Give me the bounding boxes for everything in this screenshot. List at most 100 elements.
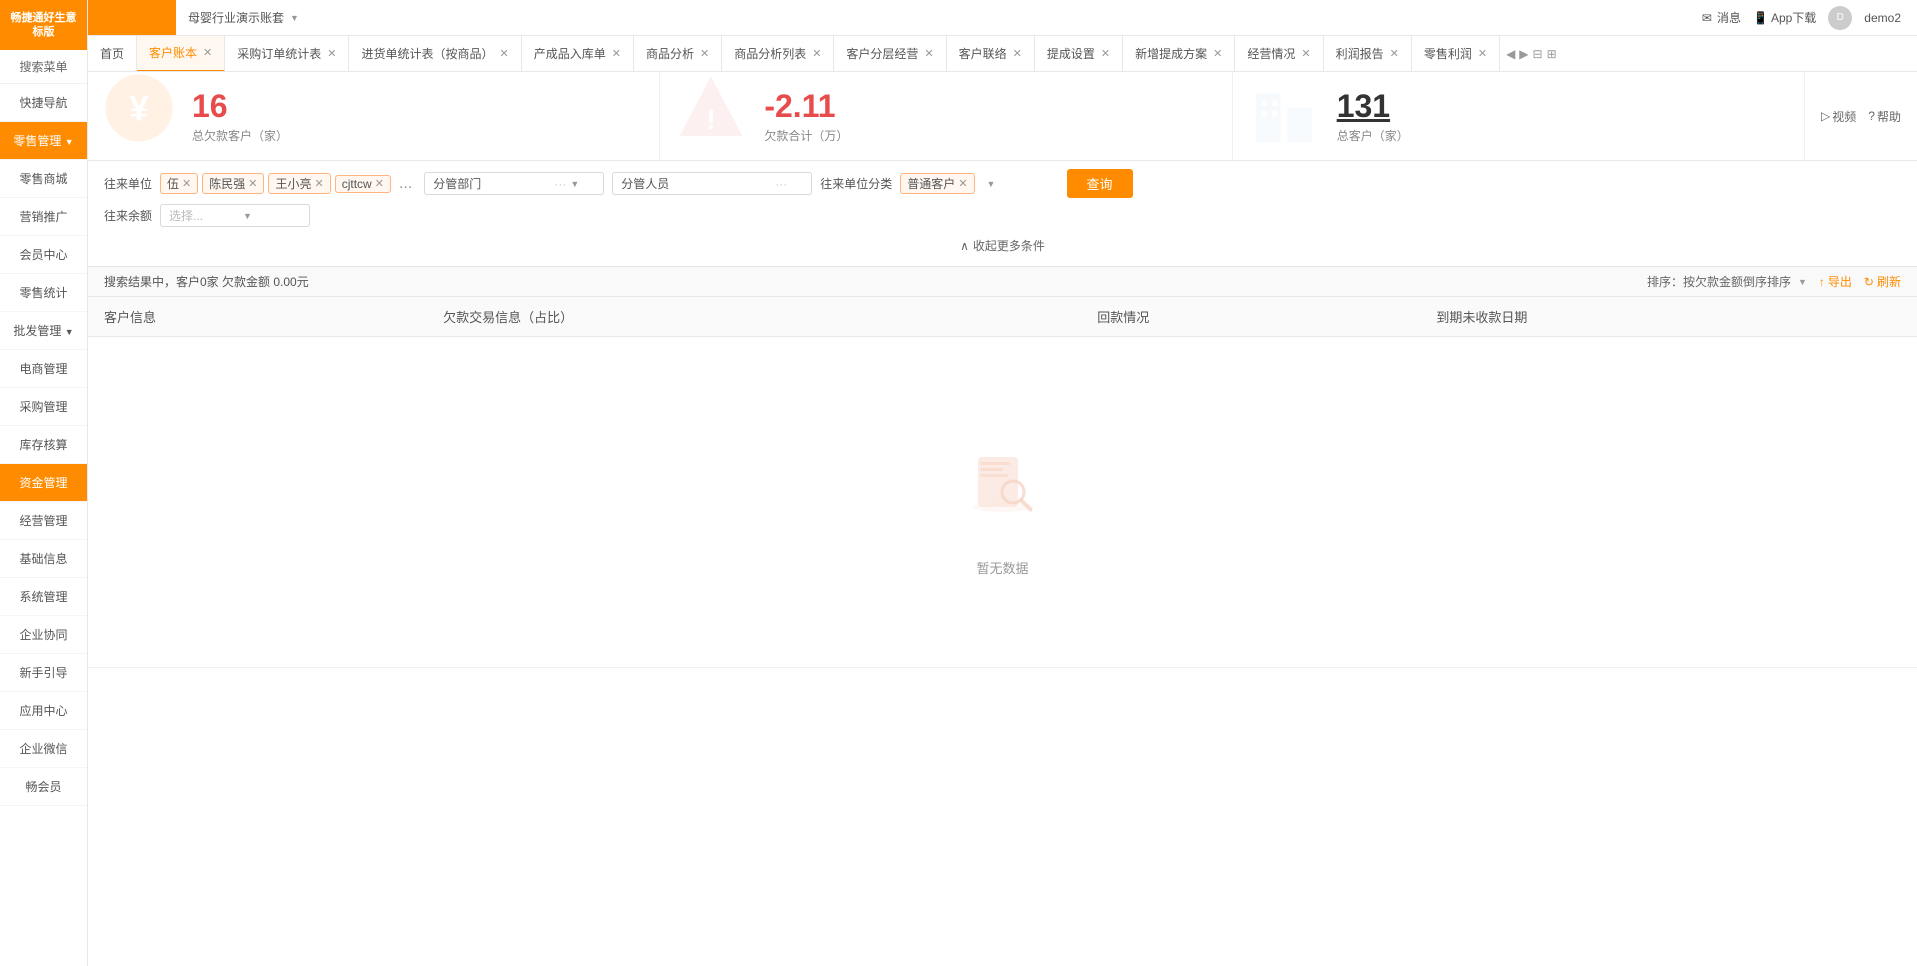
balance-filter-input[interactable]: 选择... ▼ <box>160 204 310 227</box>
sidebar-item-retail[interactable]: 零售管理 ▼ <box>0 122 87 160</box>
chevron-down-icon: ▼ <box>65 137 74 147</box>
stat-total: 131 总客户（家） <box>1233 72 1805 160</box>
sidebar-item-system[interactable]: 系统管理 <box>0 578 87 616</box>
unit-tag-wu-close[interactable]: ✕ <box>182 177 191 190</box>
tab-goods-analysis-close[interactable]: ✕ <box>700 47 709 60</box>
unit-filter-label: 往来单位 <box>104 175 152 192</box>
collapse-btn[interactable]: ∧ 收起更多条件 <box>960 237 1045 254</box>
tab-retail-profit[interactable]: 零售利润 ✕ <box>1412 36 1500 72</box>
tab-goods-analysis-list-close[interactable]: ✕ <box>812 47 821 60</box>
dept-filter-select[interactable]: 分管部门 ··· ▼ <box>424 172 604 195</box>
tab-home-label: 首页 <box>100 45 124 62</box>
search-menu-label: 搜索菜单 <box>19 60 67 74</box>
unit-tag-wu: 伍 ✕ <box>160 173 198 194</box>
tab-purchase-orders[interactable]: 采购订单统计表 ✕ <box>225 36 349 72</box>
sidebar-item-new-user[interactable]: 新手引导 <box>0 654 87 692</box>
user-avatar[interactable]: D <box>1828 6 1852 30</box>
balance-placeholder: 选择... <box>169 207 203 224</box>
dept-chevron-icon: ▼ <box>570 179 579 189</box>
debt-total-label: 欠款合计（万） <box>764 127 848 144</box>
tab-raise-settings-close[interactable]: ✕ <box>1101 47 1110 60</box>
sidebar-item-enterprise-wechat[interactable]: 企业微信 <box>0 730 87 768</box>
stats-bar: ¥ 16 总欠款客户（家） ! -2.11 欠款合计（ <box>88 72 1917 161</box>
export-btn[interactable]: ↑ 导出 <box>1819 273 1852 290</box>
sidebar-item-wholesale[interactable]: 批发管理 ▼ <box>0 312 87 350</box>
total-label: 总客户（家） <box>1337 127 1409 144</box>
user-name[interactable]: demo2 <box>1864 11 1901 25</box>
empty-text: 暂无数据 <box>976 558 1028 577</box>
result-summary: 搜索结果中，客户0家 欠款金额 0.00元 <box>104 273 309 290</box>
person-filter-more: ··· <box>775 177 787 191</box>
tabs-expand[interactable]: ⊞ <box>1547 47 1557 61</box>
sidebar-item-basic-info[interactable]: 基础信息 <box>0 540 87 578</box>
unit-more-btn[interactable]: ... <box>395 175 416 193</box>
balance-chevron-icon: ▼ <box>243 211 252 221</box>
video-btn[interactable]: ▷ 视频 <box>1821 108 1856 125</box>
sidebar-item-vip[interactable]: 畅会员 <box>0 768 87 806</box>
sidebar-item-app-center[interactable]: 应用中心 <box>0 692 87 730</box>
tab-goods-analysis-list[interactable]: 商品分析列表 ✕ <box>722 36 834 72</box>
collapse-area: ∧ 收起更多条件 <box>104 233 1901 258</box>
tabs-scroll-controls: ◀ ▶ ⊟ ⊞ <box>1500 47 1563 61</box>
query-button[interactable]: 查询 <box>1067 169 1133 198</box>
sort-label: 排序：按欠款金额倒序排序 <box>1647 273 1791 290</box>
empty-row: 暂无数据 <box>88 337 1917 668</box>
person-filter-select[interactable]: 分管人员 ··· <box>612 172 812 195</box>
sidebar-item-marketing[interactable]: 营销推广 <box>0 198 87 236</box>
tabs-scroll-left[interactable]: ◀ <box>1506 47 1515 61</box>
tab-customer-contact[interactable]: 客户联络 ✕ <box>947 36 1035 72</box>
tab-accounts[interactable]: 客户账本 ✕ <box>137 36 225 72</box>
tabs-scroll-right[interactable]: ▶ <box>1519 47 1528 61</box>
demo-selector-area[interactable]: 母婴行业演示账套 ▼ <box>176 9 311 26</box>
tab-raise-settings[interactable]: 提成设置 ✕ <box>1035 36 1123 72</box>
tab-profit-report-close[interactable]: ✕ <box>1390 47 1399 60</box>
tab-accounts-close[interactable]: ✕ <box>203 46 212 59</box>
tab-inbound-stats[interactable]: 进货单统计表（按商品） ✕ <box>349 36 521 72</box>
tab-home[interactable]: 首页 <box>88 36 137 72</box>
tab-inbound-stats-close[interactable]: ✕ <box>500 47 509 60</box>
table-container: 客户信息 欠款交易信息（占比） 回款情况 到期未收款日期 <box>88 297 1917 966</box>
sidebar-item-ecommerce[interactable]: 电商管理 <box>0 350 87 388</box>
tab-production-inbound-close[interactable]: ✕ <box>612 47 621 60</box>
tab-operations[interactable]: 经营情况 ✕ <box>1235 36 1323 72</box>
tab-purchase-orders-close[interactable]: ✕ <box>327 47 336 60</box>
sidebar-item-enterprise[interactable]: 企业协同 <box>0 616 87 654</box>
app-download-btn[interactable]: 📱 App下载 <box>1753 9 1816 26</box>
tab-new-raise-plan-close[interactable]: ✕ <box>1213 47 1222 60</box>
data-table: 客户信息 欠款交易信息（占比） 回款情况 到期未收款日期 <box>88 297 1917 668</box>
sidebar-item-quick-nav[interactable]: 快捷导航 <box>0 84 87 122</box>
message-btn[interactable]: ✉ 消息 <box>1702 9 1741 26</box>
unit-tag-chen-close[interactable]: ✕ <box>248 177 257 190</box>
sidebar-item-retail-stats[interactable]: 零售统计 <box>0 274 87 312</box>
unit-class-filter-tags: 普通客户 ✕ ▼ <box>900 173 1058 194</box>
tab-customer-segment-close[interactable]: ✕ <box>924 47 933 60</box>
tab-customer-contact-close[interactable]: ✕ <box>1013 47 1022 60</box>
tab-operations-close[interactable]: ✕ <box>1301 47 1310 60</box>
refresh-btn[interactable]: ↻ 刷新 <box>1864 273 1901 290</box>
col-repayment: 回款情况 <box>1081 297 1420 337</box>
chevron-down-icon: ▼ <box>65 327 74 337</box>
tab-customer-segment[interactable]: 客户分层经营 ✕ <box>834 36 946 72</box>
unit-class-tag-close[interactable]: ✕ <box>958 177 967 190</box>
sidebar-item-retail-mall[interactable]: 零售商城 <box>0 160 87 198</box>
sidebar-item-inventory[interactable]: 库存核算 <box>0 426 87 464</box>
tab-new-raise-plan[interactable]: 新增提成方案 ✕ <box>1123 36 1235 72</box>
sort-select[interactable]: 排序：按欠款金额倒序排序 ▼ <box>1647 273 1807 290</box>
tabs-collapse[interactable]: ⊟ <box>1533 47 1543 61</box>
tab-operations-label: 经营情况 <box>1247 45 1295 62</box>
sidebar-item-purchase[interactable]: 采购管理 <box>0 388 87 426</box>
stat-debt-total: ! -2.11 欠款合计（万） <box>660 72 1232 160</box>
sidebar-item-operations-mgmt[interactable]: 经营管理 <box>0 502 87 540</box>
unit-tag-wang-close[interactable]: ✕ <box>315 177 324 190</box>
sidebar-item-membership[interactable]: 会员中心 <box>0 236 87 274</box>
tab-goods-analysis[interactable]: 商品分析 ✕ <box>634 36 722 72</box>
unit-class-dropdown[interactable]: ▼ <box>979 177 1059 191</box>
tab-profit-report[interactable]: 利润报告 ✕ <box>1324 36 1412 72</box>
sidebar-item-finance[interactable]: 资金管理 <box>0 464 87 502</box>
unit-tag-cjttcw-close[interactable]: ✕ <box>375 177 384 190</box>
tab-retail-profit-close[interactable]: ✕ <box>1478 47 1487 60</box>
sidebar-search[interactable]: 搜索菜单 <box>0 50 87 84</box>
tab-purchase-orders-label: 采购订单统计表 <box>237 45 321 62</box>
help-btn[interactable]: ? 帮助 <box>1868 108 1901 125</box>
tab-production-inbound[interactable]: 产成品入库单 ✕ <box>522 36 634 72</box>
